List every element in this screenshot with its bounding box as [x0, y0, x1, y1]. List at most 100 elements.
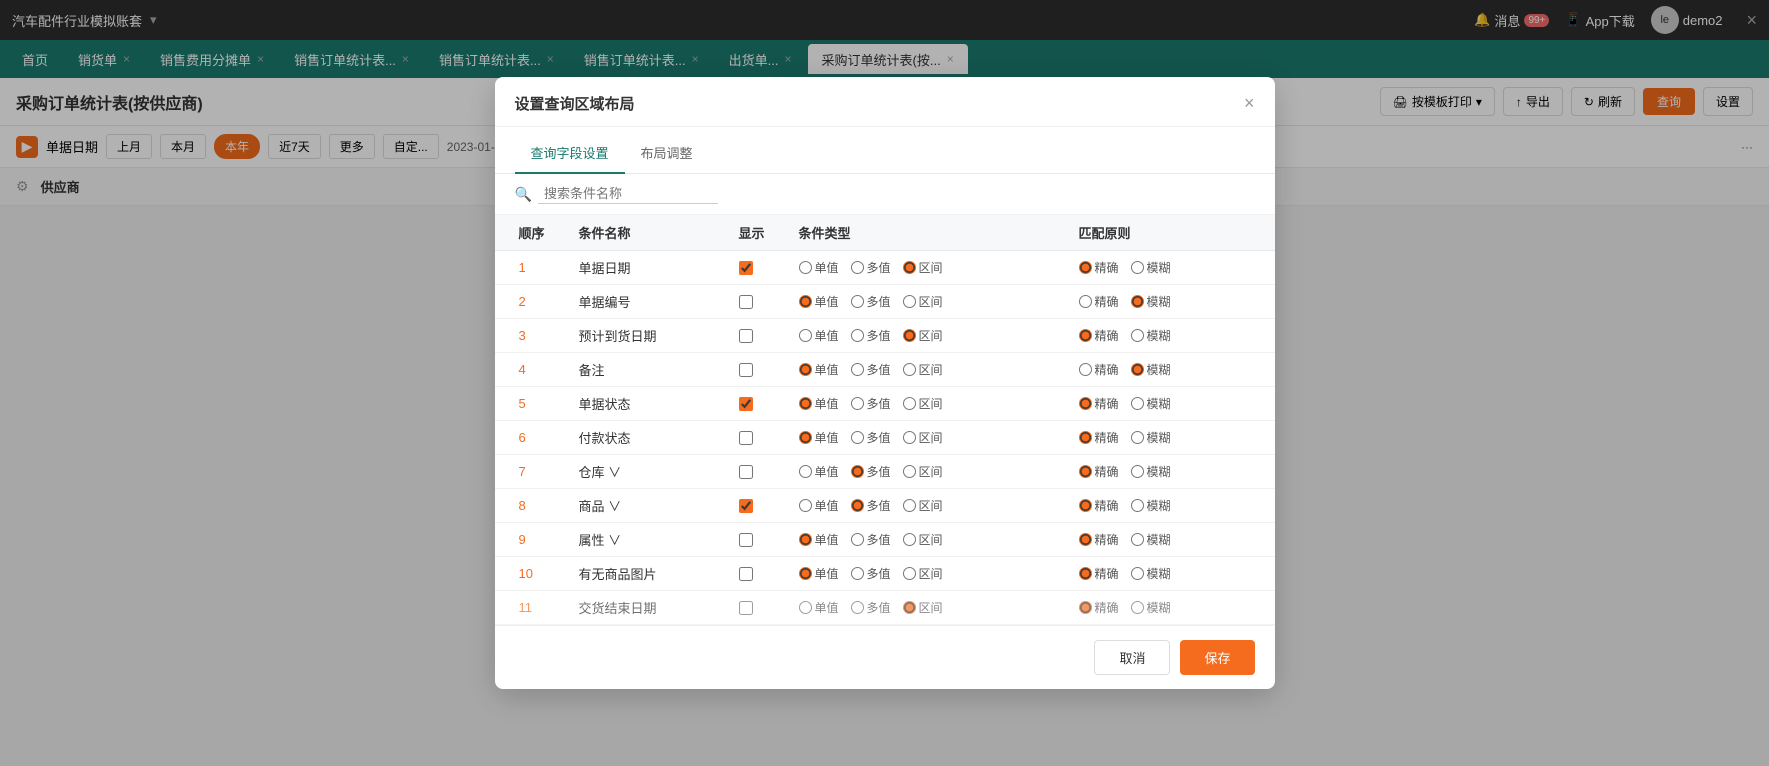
type-single-2[interactable]: 单值 [799, 293, 839, 310]
cell-display-5[interactable] [735, 390, 795, 418]
cell-display-7[interactable] [735, 458, 795, 486]
type-multi-3[interactable]: 多值 [851, 327, 891, 344]
type-single-8[interactable]: 单值 [799, 497, 839, 514]
match-fuzzy-2[interactable]: 模糊 [1131, 293, 1171, 310]
match-fuzzy-8[interactable]: 模糊 [1131, 497, 1171, 514]
tab-query-fields[interactable]: 查询字段设置 [515, 137, 625, 174]
match-fuzzy-9[interactable]: 模糊 [1131, 531, 1171, 548]
match-exact-7[interactable]: 精确 [1079, 463, 1119, 480]
type-range-8[interactable]: 区间 [903, 497, 943, 514]
display-checkbox-2[interactable] [739, 295, 753, 309]
type-range-9[interactable]: 区间 [903, 531, 943, 548]
cell-display-8[interactable] [735, 492, 795, 520]
cell-match-10: 精确 模糊 [1075, 558, 1275, 589]
cell-match-2: 精确 模糊 [1075, 286, 1275, 317]
cell-type-6: 单值 多值 区间 [795, 422, 1075, 453]
type-multi-5[interactable]: 多值 [851, 395, 891, 412]
header-display: 显示 [735, 215, 795, 250]
type-range-10[interactable]: 区间 [903, 565, 943, 582]
display-checkbox-9[interactable] [739, 533, 753, 547]
match-fuzzy-5[interactable]: 模糊 [1131, 395, 1171, 412]
type-single-6[interactable]: 单值 [799, 429, 839, 446]
display-checkbox-4[interactable] [739, 363, 753, 377]
save-button[interactable]: 保存 [1180, 640, 1254, 675]
cell-match-6: 精确 模糊 [1075, 422, 1275, 453]
cell-display-10[interactable] [735, 560, 795, 588]
dialog-tabs: 查询字段设置 布局调整 [495, 127, 1275, 174]
cell-display-1[interactable] [735, 254, 795, 282]
match-exact-3[interactable]: 精确 [1079, 327, 1119, 344]
cell-match-7: 精确 模糊 [1075, 456, 1275, 487]
cell-display-2[interactable] [735, 288, 795, 316]
type-range-1[interactable]: 区间 [903, 259, 943, 276]
display-checkbox-6[interactable] [739, 431, 753, 445]
match-fuzzy-11[interactable]: 模糊 [1131, 599, 1171, 616]
cell-name-4: 备注 [575, 353, 735, 386]
cell-type-3: 单值 多值 区间 [795, 320, 1075, 351]
type-single-3[interactable]: 单值 [799, 327, 839, 344]
match-exact-4[interactable]: 精确 [1079, 361, 1119, 378]
cell-name-6: 付款状态 [575, 421, 735, 454]
type-multi-4[interactable]: 多值 [851, 361, 891, 378]
type-range-11[interactable]: 区间 [903, 599, 943, 616]
table-row: 9 属性 ∨ 单值 多值 区间 精确 模糊 [495, 523, 1275, 557]
type-single-5[interactable]: 单值 [799, 395, 839, 412]
display-checkbox-1[interactable] [739, 261, 753, 275]
tab-layout[interactable]: 布局调整 [625, 137, 709, 174]
type-single-11[interactable]: 单值 [799, 599, 839, 616]
cancel-button[interactable]: 取消 [1094, 640, 1170, 675]
match-fuzzy-7[interactable]: 模糊 [1131, 463, 1171, 480]
match-fuzzy-3[interactable]: 模糊 [1131, 327, 1171, 344]
type-multi-10[interactable]: 多值 [851, 565, 891, 582]
type-single-4[interactable]: 单值 [799, 361, 839, 378]
type-single-7[interactable]: 单值 [799, 463, 839, 480]
display-checkbox-3[interactable] [739, 329, 753, 343]
match-exact-11[interactable]: 精确 [1079, 599, 1119, 616]
display-checkbox-7[interactable] [739, 465, 753, 479]
match-exact-8[interactable]: 精确 [1079, 497, 1119, 514]
display-checkbox-8[interactable] [739, 499, 753, 513]
cell-match-11: 精确 模糊 [1075, 592, 1275, 623]
cell-display-11[interactable] [735, 594, 795, 622]
type-multi-8[interactable]: 多值 [851, 497, 891, 514]
match-exact-5[interactable]: 精确 [1079, 395, 1119, 412]
type-multi-2[interactable]: 多值 [851, 293, 891, 310]
type-multi-7[interactable]: 多值 [851, 463, 891, 480]
cell-type-11: 单值 多值 区间 [795, 592, 1075, 623]
type-single-1[interactable]: 单值 [799, 259, 839, 276]
display-checkbox-10[interactable] [739, 567, 753, 581]
cell-display-4[interactable] [735, 356, 795, 384]
type-multi-11[interactable]: 多值 [851, 599, 891, 616]
cell-type-1: 单值 多值 区间 [795, 252, 1075, 283]
match-exact-6[interactable]: 精确 [1079, 429, 1119, 446]
dialog-close-button[interactable]: × [1244, 93, 1255, 114]
match-exact-1[interactable]: 精确 [1079, 259, 1119, 276]
match-fuzzy-1[interactable]: 模糊 [1131, 259, 1171, 276]
dialog-header: 设置查询区域布局 × [495, 77, 1275, 127]
type-range-7[interactable]: 区间 [903, 463, 943, 480]
cell-display-6[interactable] [735, 424, 795, 452]
type-multi-1[interactable]: 多值 [851, 259, 891, 276]
cell-display-9[interactable] [735, 526, 795, 554]
type-range-3[interactable]: 区间 [903, 327, 943, 344]
type-range-5[interactable]: 区间 [903, 395, 943, 412]
type-single-9[interactable]: 单值 [799, 531, 839, 548]
type-range-4[interactable]: 区间 [903, 361, 943, 378]
match-fuzzy-4[interactable]: 模糊 [1131, 361, 1171, 378]
type-range-6[interactable]: 区间 [903, 429, 943, 446]
match-exact-9[interactable]: 精确 [1079, 531, 1119, 548]
match-exact-2[interactable]: 精确 [1079, 293, 1119, 310]
search-input[interactable] [538, 184, 718, 204]
type-single-10[interactable]: 单值 [799, 565, 839, 582]
match-fuzzy-6[interactable]: 模糊 [1131, 429, 1171, 446]
type-multi-9[interactable]: 多值 [851, 531, 891, 548]
table-row: 11 交货结束日期 单值 多值 区间 精确 模糊 [495, 591, 1275, 625]
display-checkbox-5[interactable] [739, 397, 753, 411]
display-checkbox-11[interactable] [739, 601, 753, 615]
cell-display-3[interactable] [735, 322, 795, 350]
match-fuzzy-10[interactable]: 模糊 [1131, 565, 1171, 582]
table-row: 7 仓库 ∨ 单值 多值 区间 精确 模糊 [495, 455, 1275, 489]
type-range-2[interactable]: 区间 [903, 293, 943, 310]
type-multi-6[interactable]: 多值 [851, 429, 891, 446]
match-exact-10[interactable]: 精确 [1079, 565, 1119, 582]
